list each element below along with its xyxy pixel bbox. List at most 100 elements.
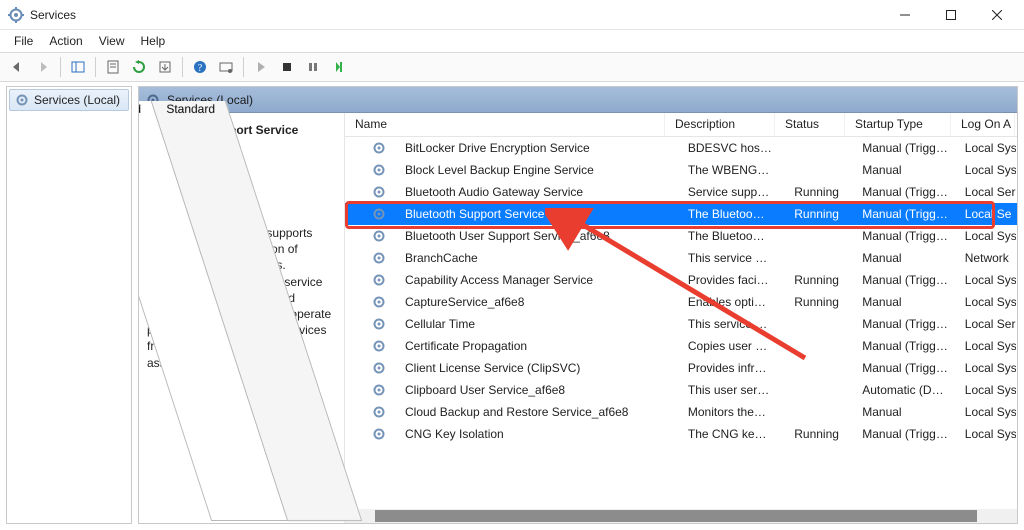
toolbar: ? [0, 52, 1024, 82]
cell-logon: Local Sys [955, 137, 1017, 159]
gear-icon [371, 206, 387, 222]
gear-icon [371, 316, 387, 332]
cell-logon: Local Sys [955, 225, 1017, 247]
minimize-button[interactable] [882, 0, 928, 30]
back-button[interactable] [5, 55, 29, 79]
table-row[interactable]: Certificate PropagationCopies user … Manu… [345, 335, 1017, 357]
gear-icon [371, 404, 387, 420]
cell-startup: Manual (Trigg… [852, 225, 955, 247]
cell-description: This service … [678, 313, 784, 335]
table-row[interactable]: Block Level Backup Engine ServiceThe WBE… [345, 159, 1017, 181]
table-row[interactable]: CNG Key IsolationThe CNG ke…RunningManua… [345, 423, 1017, 445]
pause-service-button[interactable] [301, 55, 325, 79]
menu-action[interactable]: Action [41, 32, 90, 50]
main: Services (Local) Services (Local) Blueto… [0, 82, 1024, 530]
table-row[interactable]: Capability Access Manager ServiceProvide… [345, 269, 1017, 291]
cell-description: Provides infr… [678, 357, 784, 379]
tree-item-services-local[interactable]: Services (Local) [9, 89, 129, 111]
cell-logon: Local Sys [955, 423, 1017, 445]
cell-description: BDESVC hos… [678, 137, 784, 159]
cell-name: Client License Service (ClipSVC) [395, 357, 678, 379]
table-row[interactable]: BranchCacheThis service …ManualNetwork [345, 247, 1017, 269]
column-startup-type[interactable]: Startup Type [845, 113, 951, 136]
content-pane: Services (Local) Bluetooth Support Servi… [138, 86, 1018, 524]
gear-icon [371, 140, 387, 156]
cell-description: The Bluetoo… [678, 225, 784, 247]
cell-status [784, 166, 852, 174]
gear-icon [371, 184, 387, 200]
cell-startup: Manual (Trigg… [852, 357, 955, 379]
cell-name: BranchCache [395, 247, 678, 269]
table-row[interactable]: BitLocker Drive Encryption ServiceBDESVC… [345, 137, 1017, 159]
cell-logon: Local Sys [955, 269, 1017, 291]
refresh-button[interactable] [127, 55, 151, 79]
help-button[interactable]: ? [188, 55, 212, 79]
cell-name: Certificate Propagation [395, 335, 678, 357]
tree-item-label: Services (Local) [34, 93, 120, 107]
horizontal-scrollbar[interactable] [345, 509, 1017, 523]
stop-service-button[interactable] [275, 55, 299, 79]
toolbar-separator [95, 57, 96, 77]
close-button[interactable] [974, 0, 1020, 30]
tree-pane: Services (Local) [6, 86, 132, 524]
cell-startup: Manual [852, 247, 955, 269]
column-status[interactable]: Status [775, 113, 845, 136]
cell-startup: Manual (Trigg… [852, 137, 955, 159]
connect-to-another-button[interactable] [214, 55, 238, 79]
column-name[interactable]: Name [345, 113, 665, 136]
table-row[interactable]: Cellular TimeThis service …Manual (Trigg… [345, 313, 1017, 335]
cell-name: Capability Access Manager Service [395, 269, 678, 291]
cell-logon: Local Sys [955, 379, 1017, 401]
cell-description: Service supp… [678, 181, 784, 203]
cell-description: Copies user … [678, 335, 784, 357]
gear-icon [371, 228, 387, 244]
table-row[interactable]: Cloud Backup and Restore Service_af6e8Mo… [345, 401, 1017, 423]
cell-logon: Local Sys [955, 401, 1017, 423]
cell-description: The CNG ke… [678, 423, 784, 445]
cell-logon: Local Ser [955, 313, 1017, 335]
cell-name: Cellular Time [395, 313, 678, 335]
table-row[interactable]: Bluetooth Audio Gateway ServiceService s… [345, 181, 1017, 203]
cell-status: Running [784, 203, 852, 225]
window-title: Services [30, 8, 882, 22]
cell-status [784, 342, 852, 350]
cell-status [784, 364, 852, 372]
maximize-button[interactable] [928, 0, 974, 30]
cell-startup: Automatic (D… [852, 379, 955, 401]
export-list-button[interactable] [153, 55, 177, 79]
cell-description: Enables opti… [678, 291, 784, 313]
cell-status: Running [784, 291, 852, 313]
cell-logon: Local Sys [955, 291, 1017, 313]
table-row[interactable]: Bluetooth User Support Service_af6e8The … [345, 225, 1017, 247]
forward-button[interactable] [31, 55, 55, 79]
cell-name: CaptureService_af6e8 [395, 291, 678, 313]
column-logon[interactable]: Log On A [951, 113, 1015, 136]
cell-description: Provides faci… [678, 269, 784, 291]
gear-icon [14, 92, 30, 108]
app-icon [8, 7, 24, 23]
cell-name: Block Level Backup Engine Service [395, 159, 678, 181]
cell-description: The Bluetoo… [678, 203, 784, 225]
cell-logon: Local Sys [955, 159, 1017, 181]
table-row[interactable]: Client License Service (ClipSVC)Provides… [345, 357, 1017, 379]
cell-startup: Manual (Trigg… [852, 335, 955, 357]
service-list: Name Description Status Startup Type Log… [345, 113, 1017, 523]
menu-help[interactable]: Help [133, 32, 174, 50]
cell-description: Monitors the… [678, 401, 784, 423]
menu-file[interactable]: File [6, 32, 41, 50]
cell-status [784, 408, 852, 416]
table-row[interactable]: CaptureService_af6e8Enables opti…Running… [345, 291, 1017, 313]
cell-startup: Manual [852, 401, 955, 423]
cell-status [784, 386, 852, 394]
restart-service-button[interactable] [327, 55, 351, 79]
service-rows[interactable]: BitLocker Drive Encryption ServiceBDESVC… [345, 137, 1017, 509]
cell-logon: Local Sys [955, 335, 1017, 357]
cell-name: Bluetooth Support Service [395, 203, 678, 225]
show-hide-tree-button[interactable] [66, 55, 90, 79]
properties-button[interactable] [101, 55, 125, 79]
table-row[interactable]: Bluetooth Support ServiceThe Bluetoo…Run… [345, 203, 1017, 225]
column-description[interactable]: Description [665, 113, 775, 136]
menu-view[interactable]: View [91, 32, 133, 50]
table-row[interactable]: Clipboard User Service_af6e8This user se… [345, 379, 1017, 401]
start-service-button[interactable] [249, 55, 273, 79]
